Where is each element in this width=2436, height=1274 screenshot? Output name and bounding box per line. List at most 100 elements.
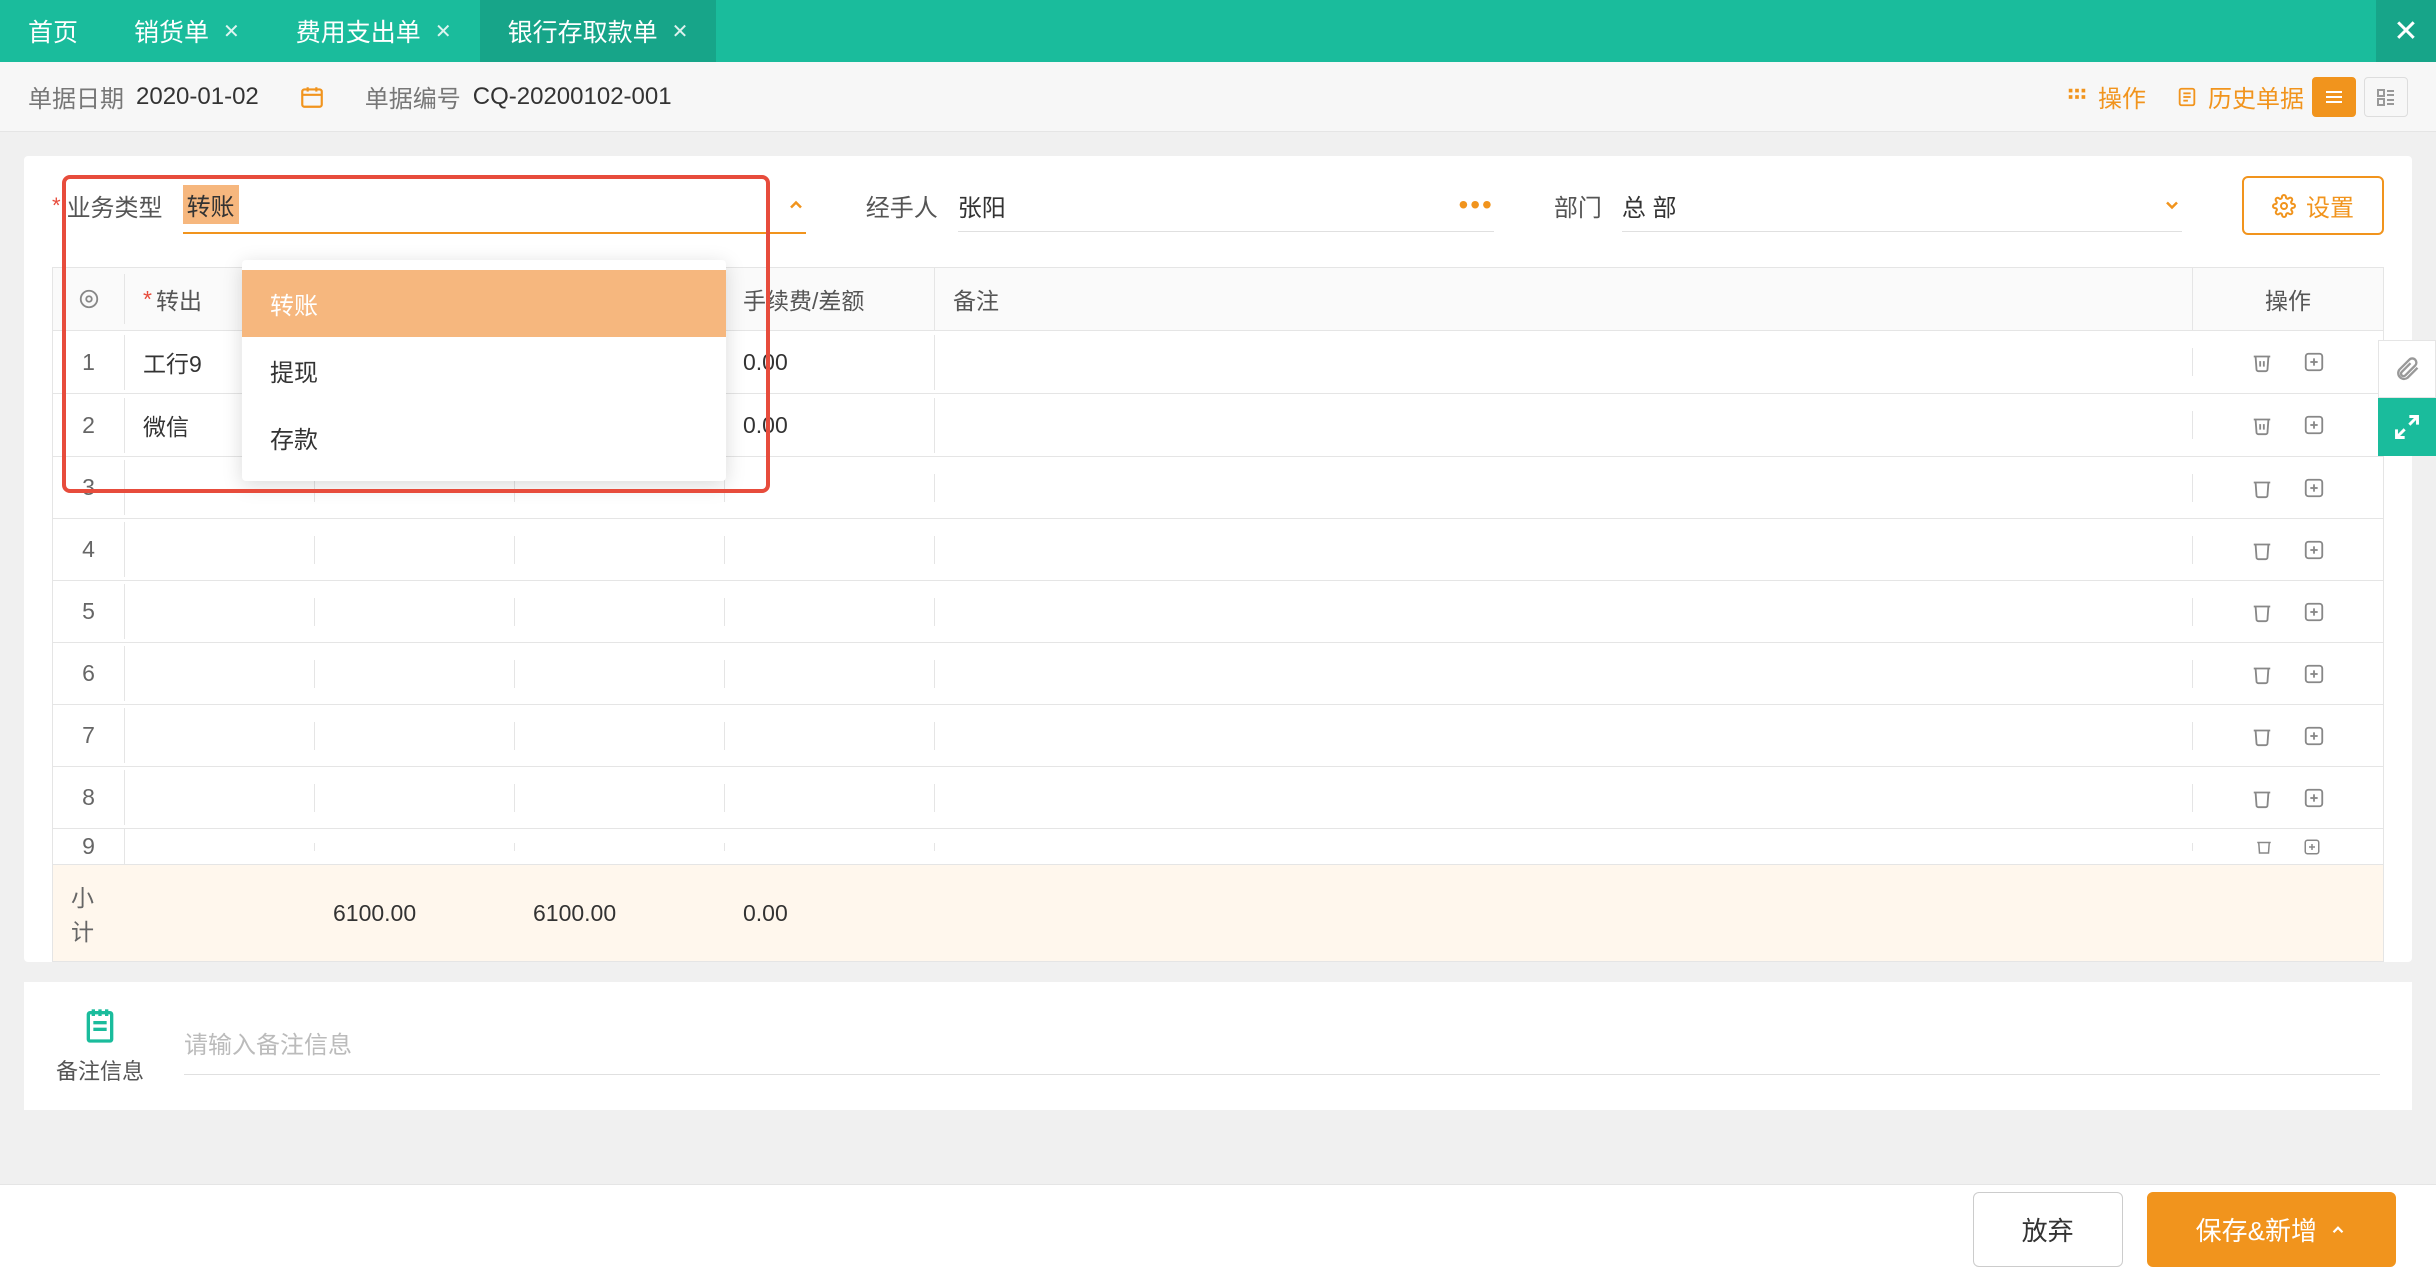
subtotal-row: 小计 6100.00 6100.00 0.00	[53, 864, 2383, 961]
biz-type-label: 业务类型	[67, 188, 163, 223]
cell-fee[interactable]: 0.00	[725, 335, 935, 390]
required-star: *	[52, 193, 61, 219]
row-num: 6	[53, 646, 125, 701]
footer-bar: 放弃 保存&新增	[0, 1184, 2436, 1274]
row-num: 7	[53, 708, 125, 763]
gear-column-button[interactable]	[53, 274, 125, 324]
handler-label: 经手人	[866, 188, 938, 223]
close-icon[interactable]: ✕	[435, 19, 452, 44]
table-row[interactable]: 5	[53, 580, 2383, 642]
info-bar: 单据日期 2020-01-02 单据编号 CQ-20200102-001 操作 …	[0, 62, 2436, 132]
add-row-icon[interactable]	[2303, 838, 2321, 856]
date-label: 单据日期	[28, 79, 124, 114]
dropdown-option-transfer[interactable]: 转账	[242, 270, 726, 337]
handler-value: 张阳	[958, 188, 1006, 223]
right-rail	[2378, 340, 2436, 456]
settings-label: 设置	[2306, 188, 2354, 223]
dept-value: 总 部	[1622, 188, 1677, 223]
add-row-icon[interactable]	[2303, 725, 2325, 747]
remarks-input[interactable]	[184, 1018, 2380, 1075]
dropdown-option-withdraw[interactable]: 提现	[242, 337, 726, 404]
tab-sales-label: 销货单	[134, 13, 209, 49]
add-row-icon[interactable]	[2303, 351, 2325, 373]
chevron-down-icon[interactable]	[2162, 195, 2182, 215]
delete-icon[interactable]	[2251, 787, 2273, 809]
subtotal-outamt: 6100.00	[315, 886, 515, 941]
cell-fee[interactable]: 0.00	[725, 398, 935, 453]
table-row[interactable]: 9	[53, 828, 2383, 864]
tab-sales[interactable]: 销货单 ✕	[106, 0, 268, 62]
tab-bank-label: 银行存取款单	[508, 13, 658, 49]
table-row[interactable]: 8	[53, 766, 2383, 828]
history-button[interactable]: 历史单据	[2176, 79, 2304, 114]
attachment-button[interactable]	[2378, 340, 2436, 398]
delete-icon[interactable]	[2251, 725, 2273, 747]
calendar-icon[interactable]	[299, 84, 325, 110]
num-value: CQ-20200102-001	[473, 83, 672, 111]
note-icon	[80, 1006, 120, 1046]
add-row-icon[interactable]	[2303, 601, 2325, 623]
discard-button[interactable]: 放弃	[1973, 1192, 2123, 1267]
tab-expense-label: 费用支出单	[296, 13, 421, 49]
delete-icon[interactable]	[2251, 414, 2273, 436]
add-row-icon[interactable]	[2303, 477, 2325, 499]
close-icon[interactable]: ✕	[223, 19, 240, 44]
row-num: 4	[53, 522, 125, 577]
operations-button[interactable]: 操作	[2066, 79, 2146, 114]
view-list-button[interactable]	[2312, 77, 2356, 117]
num-label: 单据编号	[365, 79, 461, 114]
table-row[interactable]: 6	[53, 642, 2383, 704]
biz-type-dropdown: 转账 提现 存款	[242, 260, 726, 481]
subtotal-fee: 0.00	[725, 886, 935, 941]
row-num: 2	[53, 398, 125, 453]
history-label: 历史单据	[2208, 79, 2304, 114]
view-detail-button[interactable]	[2364, 77, 2408, 117]
delete-icon[interactable]	[2251, 539, 2273, 561]
add-row-icon[interactable]	[2303, 787, 2325, 809]
subtotal-inamt: 6100.00	[515, 886, 725, 941]
row-num: 8	[53, 770, 125, 825]
cell-actions	[2193, 400, 2383, 450]
row-num: 3	[53, 460, 125, 515]
biz-type-value-wrap[interactable]: 转账	[183, 177, 806, 234]
close-icon[interactable]: ✕	[672, 19, 689, 44]
close-panel-button[interactable]: ✕	[2376, 0, 2436, 62]
subtotal-label: 小计	[53, 865, 125, 961]
handler-field[interactable]: 经手人 张阳 •••	[866, 180, 1494, 232]
cell-note[interactable]	[935, 411, 2193, 439]
dropdown-option-deposit[interactable]: 存款	[242, 404, 726, 471]
row-num: 5	[53, 584, 125, 639]
tab-home[interactable]: 首页	[0, 0, 106, 62]
dept-label: 部门	[1554, 188, 1602, 223]
handler-value-wrap[interactable]: 张阳 •••	[958, 180, 1494, 232]
cell-note[interactable]	[935, 348, 2193, 376]
dept-field[interactable]: 部门 总 部	[1554, 180, 2182, 232]
remarks-label: 备注信息	[56, 1054, 144, 1086]
delete-icon[interactable]	[2255, 838, 2273, 856]
th-action: 操作	[2193, 268, 2383, 330]
biz-type-field[interactable]: * 业务类型 转账	[52, 177, 806, 234]
save-and-add-button[interactable]: 保存&新增	[2147, 1192, 2396, 1267]
th-note: 备注	[935, 268, 2193, 330]
save-add-label: 保存&新增	[2196, 1211, 2317, 1248]
date-value[interactable]: 2020-01-02	[136, 83, 259, 111]
chevron-up-icon[interactable]	[786, 195, 806, 215]
settings-button[interactable]: 设置	[2242, 176, 2384, 235]
th-fee: 手续费/差额	[725, 268, 935, 330]
delete-icon[interactable]	[2251, 477, 2273, 499]
table-row[interactable]: 7	[53, 704, 2383, 766]
tab-bank[interactable]: 银行存取款单 ✕	[480, 0, 717, 62]
dept-value-wrap[interactable]: 总 部	[1622, 180, 2182, 232]
delete-icon[interactable]	[2251, 351, 2273, 373]
more-icon[interactable]: •••	[1458, 189, 1493, 221]
ops-label: 操作	[2098, 79, 2146, 114]
add-row-icon[interactable]	[2303, 539, 2325, 561]
table-row[interactable]: 4	[53, 518, 2383, 580]
tab-expense[interactable]: 费用支出单 ✕	[268, 0, 480, 62]
add-row-icon[interactable]	[2303, 414, 2325, 436]
row-num: 9	[53, 829, 125, 864]
delete-icon[interactable]	[2251, 601, 2273, 623]
expand-button[interactable]	[2378, 398, 2436, 456]
delete-icon[interactable]	[2251, 663, 2273, 685]
add-row-icon[interactable]	[2303, 663, 2325, 685]
